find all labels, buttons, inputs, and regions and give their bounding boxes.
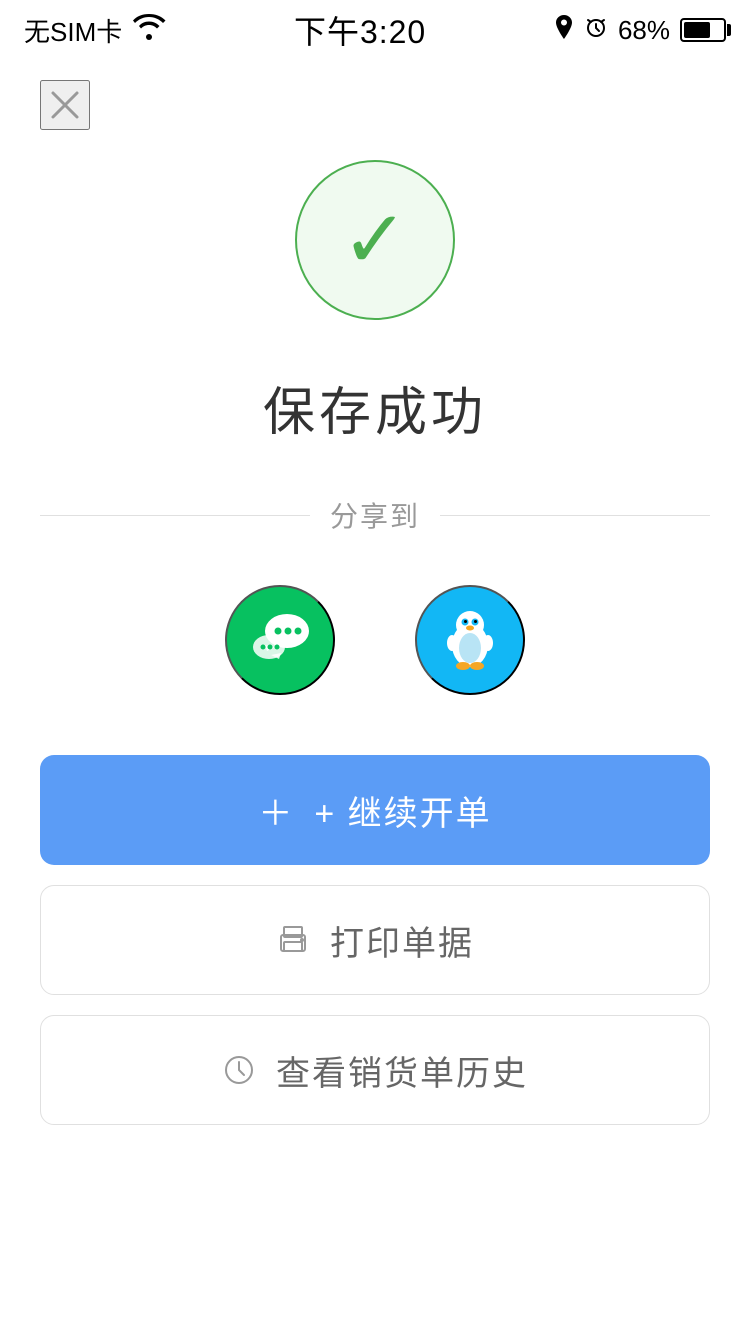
- share-section: 分享到: [40, 495, 710, 695]
- status-left: 无SIM卡: [24, 12, 166, 49]
- wechat-icon: [245, 609, 315, 672]
- share-label: 分享到: [330, 495, 420, 535]
- battery-icon: [680, 18, 726, 42]
- carrier-label: 无SIM卡: [24, 12, 122, 49]
- clock-icon: [222, 1053, 256, 1087]
- success-circle: ✓: [295, 160, 455, 320]
- wifi-icon: [132, 14, 166, 47]
- history-button[interactable]: 查看销货单历史: [40, 1015, 710, 1125]
- close-button[interactable]: [40, 80, 90, 130]
- qq-icon: [440, 605, 500, 675]
- divider-line-right: [440, 515, 710, 516]
- success-title: 保存成功: [263, 370, 487, 445]
- share-divider: 分享到: [40, 495, 710, 535]
- battery-percentage: 68%: [618, 15, 670, 46]
- print-label: 打印单据: [330, 916, 474, 965]
- time-display: 下午3:20: [294, 7, 426, 53]
- plus-icon: ＋: [258, 786, 294, 835]
- checkmark-icon: ✓: [341, 200, 408, 280]
- divider-line-left: [40, 515, 310, 516]
- alarm-icon: [584, 15, 608, 46]
- success-section: ✓ 保存成功: [40, 160, 710, 445]
- share-icons: [40, 585, 710, 695]
- share-qq-button[interactable]: [415, 585, 525, 695]
- status-bar: 无SIM卡 下午3:20 68%: [0, 0, 750, 60]
- share-wechat-button[interactable]: [225, 585, 335, 695]
- print-icon: [276, 923, 310, 957]
- continue-button[interactable]: ＋ + 继续开单: [40, 755, 710, 865]
- main-content: ✓ 保存成功 分享到: [0, 60, 750, 1334]
- location-icon: [554, 15, 574, 46]
- continue-label: + 继续开单: [314, 786, 491, 835]
- battery-fill: [684, 22, 710, 38]
- status-right: 68%: [554, 15, 726, 46]
- print-button[interactable]: 打印单据: [40, 885, 710, 995]
- history-label: 查看销货单历史: [276, 1046, 528, 1095]
- actions-section: ＋ + 继续开单 打印单据 查看销货单历: [40, 755, 710, 1125]
